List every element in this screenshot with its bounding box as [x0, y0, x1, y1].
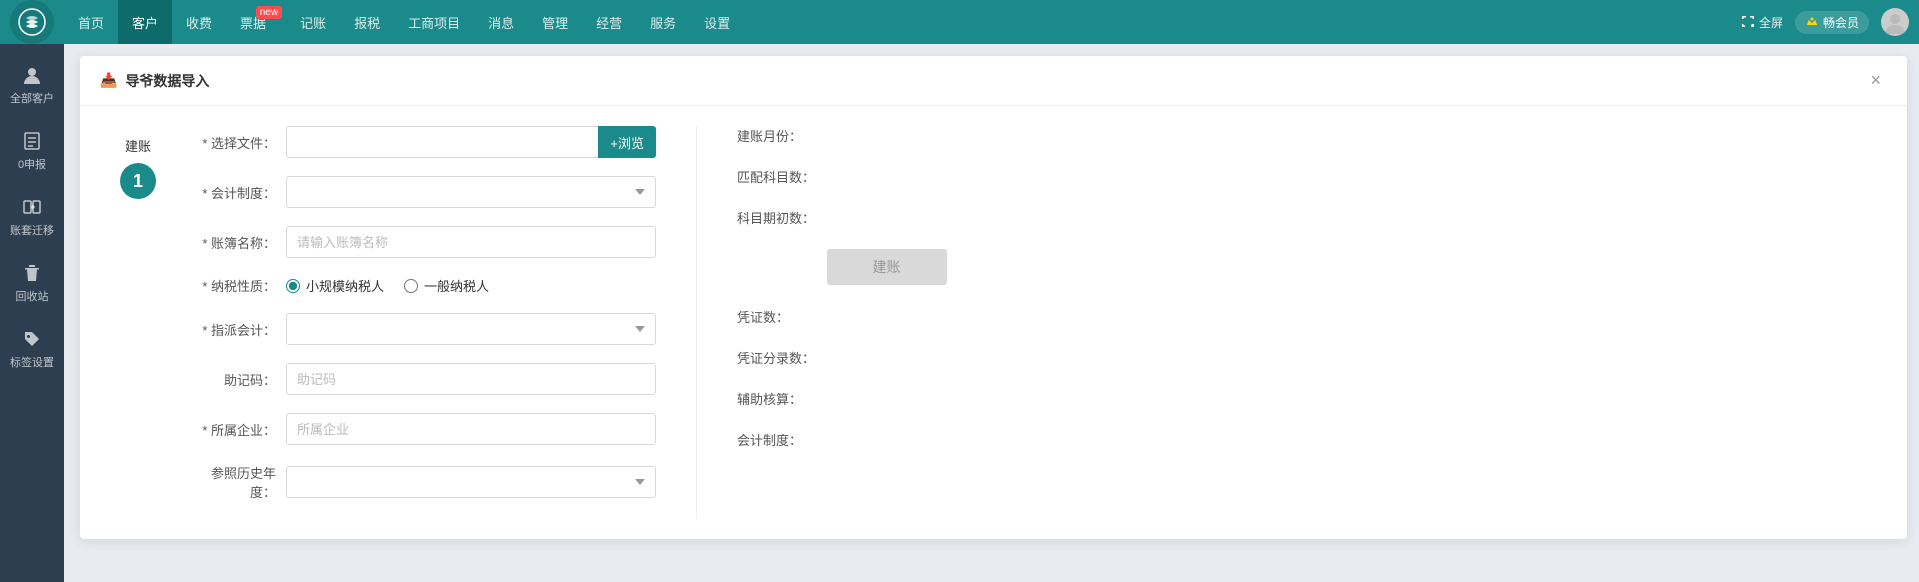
fullscreen-btn[interactable]: 全屏 [1741, 14, 1783, 31]
nav-invoices[interactable]: 票据 new [226, 0, 286, 44]
accountant-row: * 指派会计： [196, 313, 656, 345]
top-navigation: 首页 客户 收费 票据 new 记账 报税 工商项目 消息 管理 经营 服务 设… [0, 0, 1919, 44]
build-account-button[interactable]: 建账 [827, 249, 947, 285]
sidebar-item-zero-report[interactable]: 0申报 [0, 120, 64, 182]
form-panel-title: 📥 导爷数据导入 [100, 71, 209, 91]
file-input-group: +浏览 [286, 126, 656, 158]
company-label: * 所属企业： [196, 420, 286, 439]
report-icon [21, 130, 43, 152]
import-icon: 📥 [100, 72, 117, 89]
subject-initial-row: 科目期初数： [737, 208, 1036, 227]
history-year-label: 参照历史年度： [196, 463, 286, 501]
nav-settings[interactable]: 设置 [690, 0, 744, 44]
nav-items: 首页 客户 收费 票据 new 记账 报税 工商项目 消息 管理 经营 服务 设… [64, 0, 1741, 44]
form-fields-left: * 选择文件： +浏览 * 会计制度： * 账簿名称： [196, 126, 656, 519]
nav-fees[interactable]: 收费 [172, 0, 226, 44]
auxiliary-row: 辅助核算： [737, 389, 1036, 408]
memo-row: 助记码： [196, 363, 656, 395]
build-btn-container: 建账 [737, 249, 1036, 285]
step-label: 建账 [125, 136, 151, 155]
nav-manage[interactable]: 管理 [528, 0, 582, 44]
logo[interactable] [10, 0, 54, 44]
step-section: 建账 1 [120, 126, 156, 519]
tax-type-row: * 纳税性质： 小规模纳税人 一般纳税人 [196, 276, 656, 295]
right-accounting-system-label: 会计制度： [737, 430, 837, 449]
memo-label: 助记码： [196, 370, 286, 389]
company-row: * 所属企业： [196, 413, 656, 445]
import-form-panel: 📥 导爷数据导入 × 建账 1 * 选择文件： [80, 56, 1907, 539]
trash-icon [21, 262, 43, 284]
history-year-select[interactable] [286, 466, 656, 498]
voucher-entries-row: 凭证分录数： [737, 348, 1036, 367]
close-button[interactable]: × [1864, 68, 1887, 93]
main-layout: 全部客户 0申报 账套迁移 回收站 标签设置 [0, 44, 1919, 582]
accounting-system-label: * 会计制度： [196, 183, 286, 202]
match-subjects-row: 匹配科目数： [737, 167, 1036, 186]
sidebar-item-tags[interactable]: 标签设置 [0, 318, 64, 380]
match-subjects-label: 匹配科目数： [737, 167, 837, 186]
tax-small-option[interactable]: 小规模纳税人 [286, 276, 384, 295]
nav-operations[interactable]: 经营 [582, 0, 636, 44]
accountant-label: * 指派会计： [196, 320, 286, 339]
content-area: 📥 导爷数据导入 × 建账 1 * 选择文件： [64, 44, 1919, 582]
file-input[interactable] [286, 126, 598, 158]
user-icon [21, 64, 43, 86]
tax-general-radio[interactable] [404, 279, 418, 293]
tag-icon [21, 328, 43, 350]
voucher-count-label: 凭证数： [737, 307, 837, 326]
nav-services[interactable]: 服务 [636, 0, 690, 44]
sidebar-item-all-clients[interactable]: 全部客户 [0, 54, 64, 116]
right-accounting-system-row: 会计制度： [737, 430, 1036, 449]
tax-type-label: * 纳税性质： [196, 276, 286, 295]
tax-general-option[interactable]: 一般纳税人 [404, 276, 489, 295]
accounting-system-select[interactable] [286, 176, 656, 208]
ledger-name-label: * 账簿名称： [196, 233, 286, 252]
avatar[interactable] [1881, 8, 1909, 36]
form-panel-header: 📥 导爷数据导入 × [80, 56, 1907, 106]
vip-button[interactable]: 畅会员 [1795, 11, 1869, 34]
accountant-select[interactable] [286, 313, 656, 345]
subject-initial-label: 科目期初数： [737, 208, 837, 227]
ledger-name-row: * 账簿名称： [196, 226, 656, 258]
step-circle: 1 [120, 163, 156, 199]
sidebar-item-trash[interactable]: 回收站 [0, 252, 64, 314]
company-input[interactable] [286, 413, 656, 445]
sidebar: 全部客户 0申报 账套迁移 回收站 标签设置 [0, 44, 64, 582]
nav-business[interactable]: 工商项目 [394, 0, 474, 44]
voucher-entries-label: 凭证分录数： [737, 348, 837, 367]
form-fields-right: 建账月份： 匹配科目数： 科目期初数： 建账 [696, 126, 1036, 519]
ledger-name-input[interactable] [286, 226, 656, 258]
file-row: * 选择文件： +浏览 [196, 126, 656, 158]
new-badge: new [256, 6, 282, 19]
nav-home[interactable]: 首页 [64, 0, 118, 44]
browse-button[interactable]: +浏览 [598, 126, 656, 158]
migrate-icon [21, 196, 43, 218]
nav-messages[interactable]: 消息 [474, 0, 528, 44]
file-label: * 选择文件： [196, 133, 286, 152]
nav-bookkeeping[interactable]: 记账 [286, 0, 340, 44]
build-month-row: 建账月份： [737, 126, 1036, 145]
build-month-label: 建账月份： [737, 126, 837, 145]
accounting-system-row: * 会计制度： [196, 176, 656, 208]
nav-clients[interactable]: 客户 [118, 0, 172, 44]
auxiliary-label: 辅助核算： [737, 389, 837, 408]
nav-right-area: 全屏 畅会员 [1741, 8, 1909, 36]
tax-type-radio-group: 小规模纳税人 一般纳税人 [286, 276, 656, 295]
voucher-count-row: 凭证数： [737, 307, 1036, 326]
history-year-row: 参照历史年度： [196, 463, 656, 501]
tax-small-radio[interactable] [286, 279, 300, 293]
nav-tax[interactable]: 报税 [340, 0, 394, 44]
form-body: 建账 1 * 选择文件： +浏览 * 会计制度： [80, 106, 1907, 539]
memo-input[interactable] [286, 363, 656, 395]
sidebar-item-migrate[interactable]: 账套迁移 [0, 186, 64, 248]
